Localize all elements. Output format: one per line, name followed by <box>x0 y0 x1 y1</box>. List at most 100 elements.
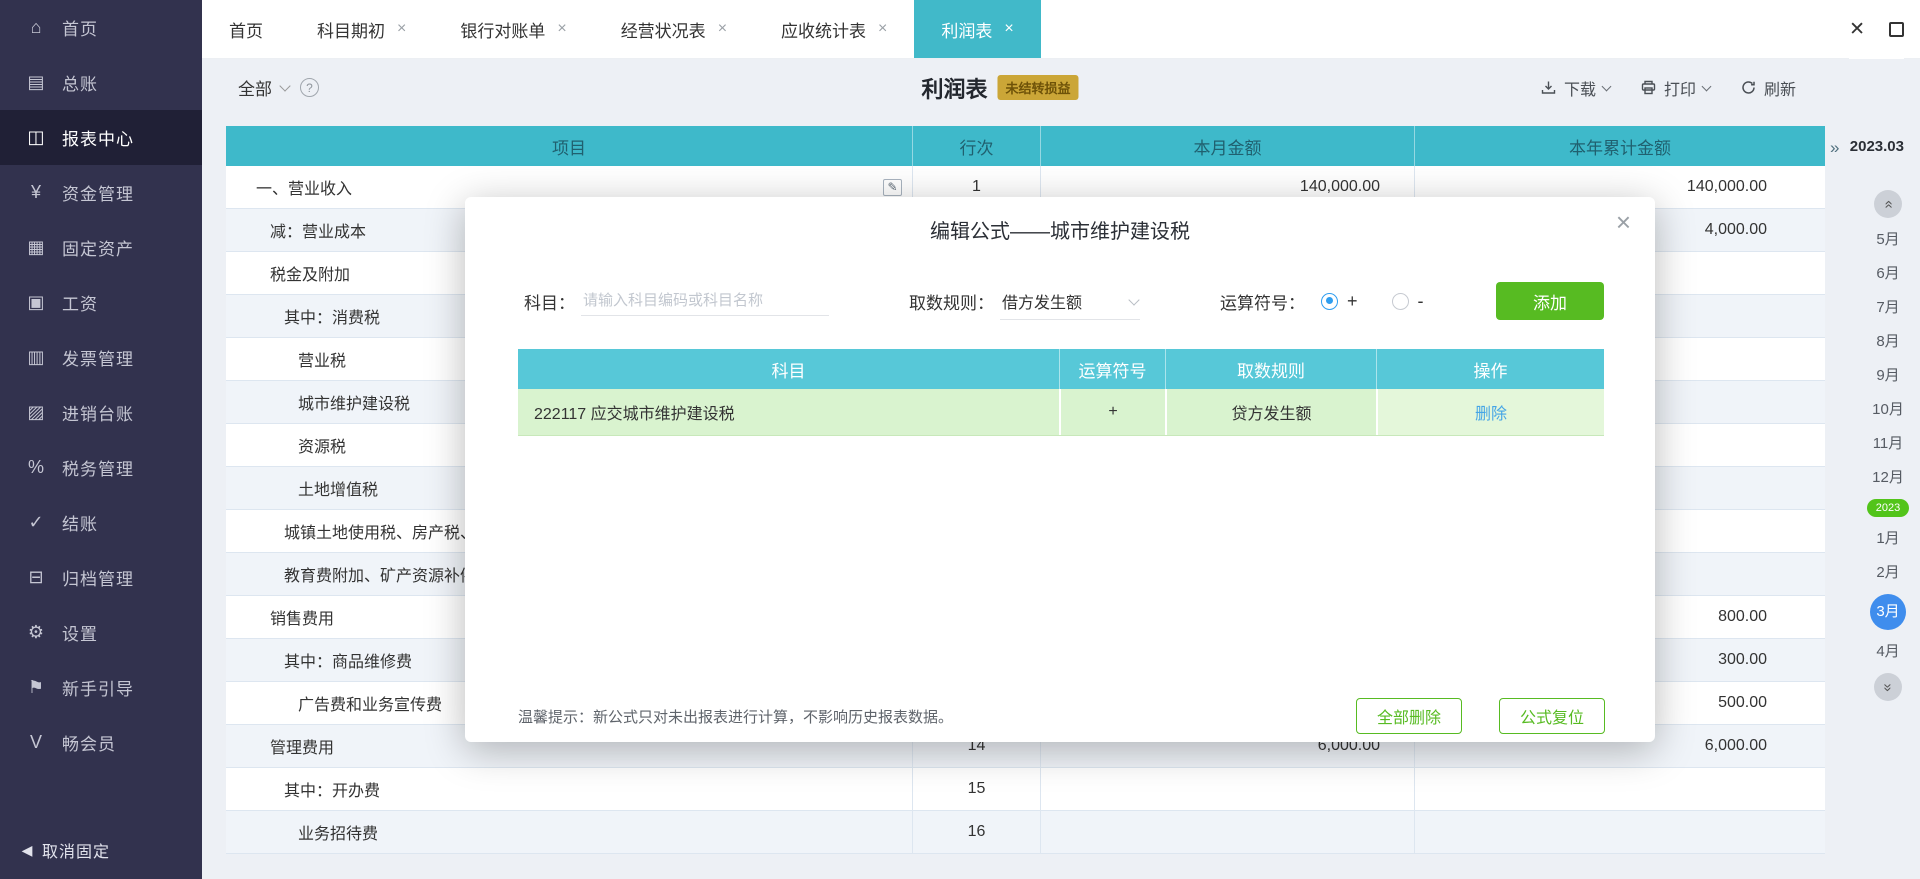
tab-close-icon[interactable]: × <box>557 21 566 37</box>
window-close-icon[interactable]: ✕ <box>1849 20 1865 39</box>
sidebar-item-invoice-management[interactable]: ▥ 发票管理 <box>0 330 202 385</box>
sidebar-item-payroll[interactable]: ▣ 工资 <box>0 275 202 330</box>
help-icon[interactable]: ? <box>300 78 319 97</box>
tab[interactable]: 经营状况表 × <box>594 0 754 58</box>
formula-operator: + <box>1059 389 1165 435</box>
sidebar-item-label: 报表中心 <box>62 130 134 149</box>
status-badge: 未结转损益 <box>997 75 1079 100</box>
row-ytd-amount <box>1414 768 1825 810</box>
sidebar-item-tax-management[interactable]: % 税务管理 <box>0 440 202 495</box>
table-header-row: 项目 行次 本月金额 本年累计金额 <box>226 126 1825 166</box>
collapse-panel-icon[interactable]: » <box>1830 138 1839 158</box>
scroll-down-icon[interactable]: » <box>1874 673 1902 701</box>
month-item[interactable]: 10月 <box>1872 397 1904 422</box>
formula-row: 222117 应交城市维护建设税 + 贷方发生额 删除 <box>518 389 1604 436</box>
sidebar-item-archive-management[interactable]: ⊟ 归档管理 <box>0 550 202 605</box>
chevron-up-glyph: » <box>1879 199 1897 209</box>
tab[interactable]: 银行对账单 × <box>433 0 593 58</box>
download-button[interactable]: 下载 <box>1540 76 1612 100</box>
row-item-label: 其中：消费税 <box>284 310 381 327</box>
month-item[interactable]: 1月 <box>1876 526 1899 551</box>
table-row[interactable]: 其中：开办费 15 <box>226 768 1825 811</box>
row-item-cell: 其中：开办费 <box>226 768 912 810</box>
refresh-icon <box>1742 81 1755 94</box>
operator-plus-radio[interactable]: + <box>1321 291 1358 312</box>
row-ytd-amount <box>1414 811 1825 853</box>
formula-icon[interactable]: ✎ <box>883 178 902 196</box>
rule-select[interactable]: 借方发生额 <box>1000 283 1140 320</box>
sidebar-item-general-ledger[interactable]: ▤ 总账 <box>0 55 202 110</box>
sidebar-item-report-center[interactable]: ◫ 报表中心 <box>0 110 202 165</box>
sidebar-item-settings[interactable]: ⚙ 设置 <box>0 605 202 660</box>
sidebar-item-fixed-assets[interactable]: ▦ 固定资产 <box>0 220 202 275</box>
tab[interactable]: 应收统计表 × <box>754 0 914 58</box>
subject-input[interactable] <box>581 286 829 316</box>
funds-management-icon: ¥ <box>30 182 41 202</box>
row-item-label: 减：营业成本 <box>270 224 367 241</box>
tab-close-icon[interactable]: × <box>718 21 727 37</box>
general-ledger-icon: ▤ <box>27 72 45 92</box>
tab-close-icon[interactable]: × <box>397 21 406 37</box>
chevron-down-icon <box>279 79 291 92</box>
tab-bar: 首页 科目期初 × 银行对账单 × 经营状况表 × 应收统计表 × 利润表 × … <box>202 0 1920 59</box>
table-row[interactable]: 业务招待费 16 <box>226 811 1825 854</box>
column-header-subject: 科目 <box>771 361 806 381</box>
sidebar-item-funds-management[interactable]: ¥ 资金管理 <box>0 165 202 220</box>
chevron-down-icon <box>1701 81 1712 91</box>
fullscreen-icon[interactable] <box>1889 22 1904 37</box>
row-item-label: 资源税 <box>298 439 347 456</box>
month-item[interactable]: 2023 <box>1866 499 1910 517</box>
sidebar-item-closing[interactable]: ✓ 结账 <box>0 495 202 550</box>
scope-filter-dropdown[interactable]: 全部 ? <box>238 59 319 116</box>
sidebar-item-label: 归档管理 <box>62 570 134 589</box>
sidebar-item-beginner-guide[interactable]: ⚑ 新手引导 <box>0 660 202 715</box>
tab[interactable]: 科目期初 × <box>290 0 433 58</box>
month-item[interactable]: 6月 <box>1876 261 1899 286</box>
print-button[interactable]: 打印 <box>1640 76 1712 100</box>
tab-close-icon[interactable]: × <box>1004 21 1013 37</box>
add-button[interactable]: 添加 <box>1496 282 1604 320</box>
column-header-ytd: 本年累计金额 <box>1414 126 1825 166</box>
scroll-up-icon[interactable]: » <box>1874 190 1902 218</box>
radio-checked-icon <box>1321 292 1338 310</box>
row-item-label: 管理费用 <box>270 740 335 757</box>
unpin-sidebar-button[interactable]: ◀ 取消固定 <box>0 829 110 871</box>
download-label: 下载 <box>1563 81 1596 99</box>
month-item[interactable]: 4月 <box>1876 639 1899 664</box>
tab[interactable]: 利润表 × <box>914 0 1041 58</box>
month-item[interactable]: 7月 <box>1876 295 1899 320</box>
sidebar-item-member[interactable]: V 畅会员 <box>0 715 202 770</box>
modal-title: 编辑公式——城市维护建设税 <box>930 221 1190 243</box>
operator-minus-radio[interactable]: - <box>1391 290 1424 312</box>
window-controls: ✕ <box>1849 0 1904 59</box>
month-item[interactable]: 11月 <box>1873 431 1904 456</box>
month-item[interactable]: 2月 <box>1876 560 1899 585</box>
period-label: 2023.03 <box>1849 138 1904 155</box>
month-item[interactable]: 3月 <box>1869 594 1906 630</box>
row-item-cell: 业务招待费 <box>226 811 912 853</box>
delete-all-button[interactable]: 全部删除 <box>1356 698 1462 734</box>
download-icon <box>1541 81 1556 94</box>
month-item[interactable]: 9月 <box>1876 363 1899 388</box>
fixed-assets-icon: ▦ <box>27 237 45 257</box>
sidebar-item-label: 新手引导 <box>62 680 134 699</box>
operator-minus-label: - <box>1417 290 1424 311</box>
tab[interactable]: 首页 <box>202 0 290 58</box>
sidebar-item-inventory-ledger[interactable]: ▨ 进销台账 <box>0 385 202 440</box>
month-item[interactable]: 8月 <box>1876 329 1899 354</box>
sidebar-item-home[interactable]: ⌂ 首页 <box>0 0 202 55</box>
rule-select-value: 借方发生额 <box>1002 294 1083 312</box>
row-month-amount <box>1040 768 1414 810</box>
tab-label: 利润表 <box>941 21 993 41</box>
refresh-button[interactable]: 刷新 <box>1740 76 1796 100</box>
column-header-operator: 运算符号 <box>1059 349 1165 389</box>
sidebar-item-label: 首页 <box>62 20 98 39</box>
delete-link[interactable]: 删除 <box>1475 400 1507 424</box>
formula-reset-button[interactable]: 公式复位 <box>1499 698 1605 734</box>
collapse-left-icon: ◀ <box>21 841 33 858</box>
modal-close-icon[interactable]: × <box>1616 209 1631 235</box>
tab-close-icon[interactable]: × <box>878 21 887 37</box>
home-icon: ⌂ <box>30 17 42 37</box>
month-item[interactable]: 12月 <box>1872 465 1904 490</box>
month-item[interactable]: 5月 <box>1876 227 1899 252</box>
